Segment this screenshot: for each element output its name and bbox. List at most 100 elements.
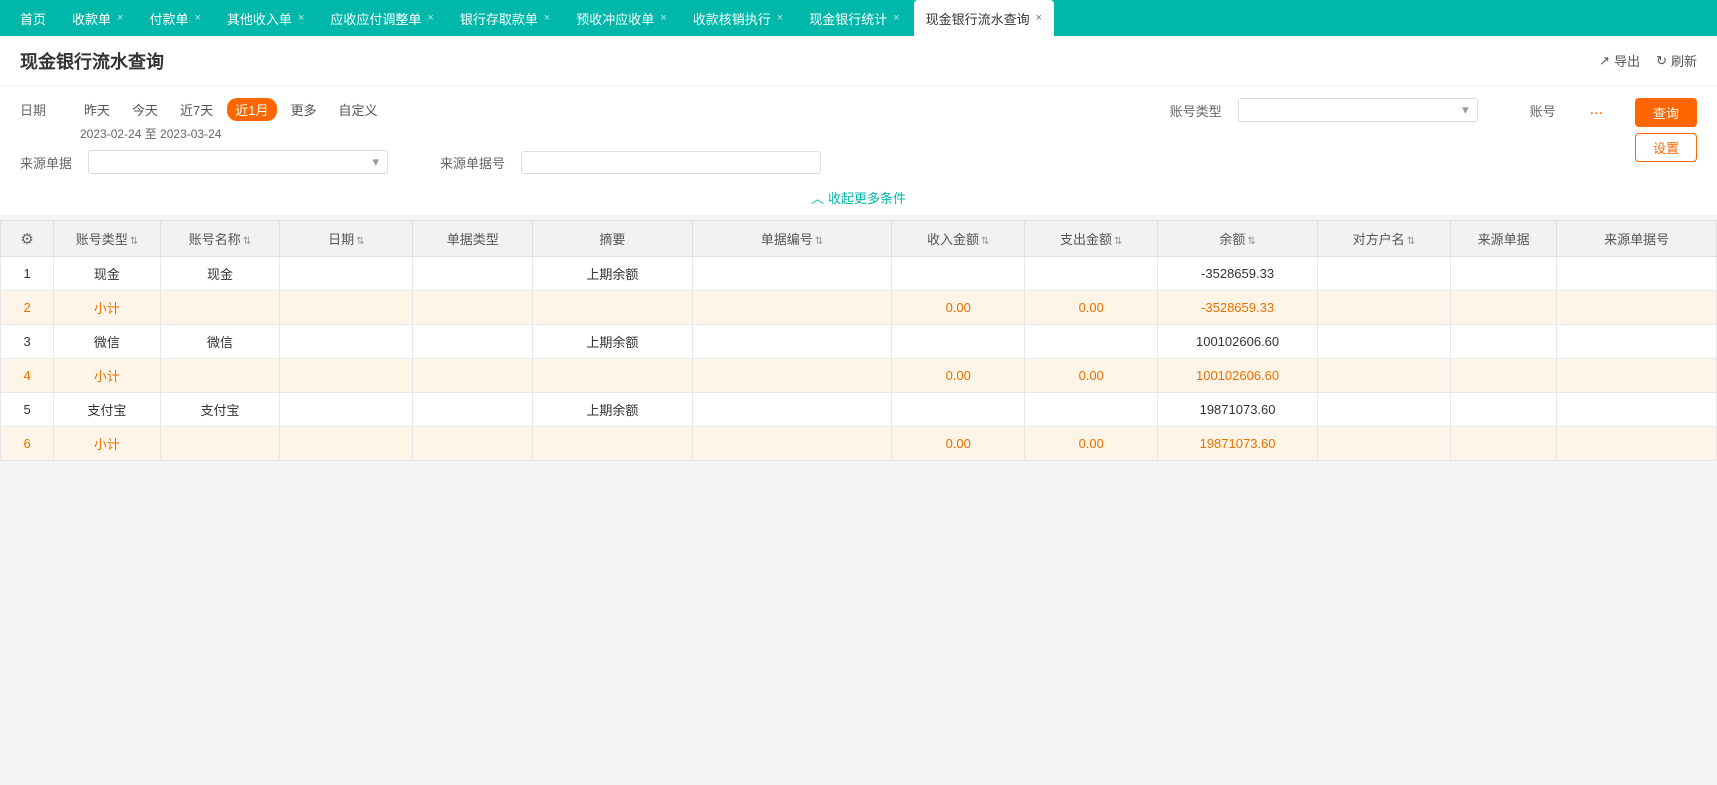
close-tab-receipts[interactable]: × xyxy=(117,12,123,24)
col-expense[interactable]: 支出金额⇅ xyxy=(1025,221,1158,257)
source-voucher-label: 来源单据 xyxy=(20,153,72,172)
source-filter-row: 来源单据 ▾ 来源单据号 xyxy=(20,150,1150,174)
row-date xyxy=(280,393,413,427)
date-option-yesterday[interactable]: 昨天 xyxy=(76,98,118,121)
data-table-container: ⚙ 账号类型⇅ 账号名称⇅ 日期⇅ 单据类型 摘要 单据编号⇅ xyxy=(0,220,1717,461)
nav-tab-cash-bank-flow[interactable]: 现金银行流水查询× xyxy=(914,0,1054,36)
row-voucher-no xyxy=(692,427,892,461)
table-row[interactable]: 5支付宝支付宝上期余额19871073.60 xyxy=(1,393,1717,427)
nav-tab-bank-deposit[interactable]: 银行存取款单× xyxy=(448,0,562,36)
nav-tab-cash-bank-stat[interactable]: 现金银行统计× xyxy=(797,0,911,36)
row-expense xyxy=(1025,257,1158,291)
row-date xyxy=(280,325,413,359)
close-tab-advance-offset[interactable]: × xyxy=(660,12,666,24)
row-expense: 0.00 xyxy=(1025,291,1158,325)
sort-icon7: ⇅ xyxy=(1247,236,1255,247)
gear-icon[interactable]: ⚙ xyxy=(20,231,33,248)
date-option-1month[interactable]: 近1月 xyxy=(227,98,276,121)
row-account-type: 小计 xyxy=(54,427,160,461)
date-label: 日期 xyxy=(20,100,60,119)
row-balance: 19871073.60 xyxy=(1158,427,1318,461)
col-counterpart[interactable]: 对方户名⇅ xyxy=(1317,221,1450,257)
nav-tab-payments[interactable]: 付款单× xyxy=(137,0,212,36)
close-tab-payments[interactable]: × xyxy=(194,12,200,24)
row-counterpart xyxy=(1317,257,1450,291)
date-option-7days[interactable]: 近7天 xyxy=(172,98,221,121)
chevron-down-icon2: ▾ xyxy=(1462,102,1469,118)
row-source xyxy=(1450,427,1556,461)
row-counterpart xyxy=(1317,393,1450,427)
row-expense: 0.00 xyxy=(1025,359,1158,393)
table-row[interactable]: 3微信微信上期余额100102606.60 xyxy=(1,325,1717,359)
collapse-more-conditions[interactable]: ︿ 收起更多条件 xyxy=(20,188,1697,207)
query-button[interactable]: 查询 xyxy=(1635,98,1697,127)
col-account-name[interactable]: 账号名称⇅ xyxy=(160,221,280,257)
row-num: 1 xyxy=(1,257,54,291)
nav-tab-home[interactable]: 首页 xyxy=(8,0,58,36)
table-row[interactable]: 6小计0.000.0019871073.60 xyxy=(1,427,1717,461)
close-tab-collection-exec[interactable]: × xyxy=(777,12,783,24)
row-date xyxy=(280,427,413,461)
col-account-type[interactable]: 账号类型⇅ xyxy=(54,221,160,257)
row-voucher-type xyxy=(413,359,533,393)
col-source-no[interactable]: 来源单据号 xyxy=(1557,221,1717,257)
row-source-no xyxy=(1557,427,1717,461)
refresh-icon: ↻ xyxy=(1656,53,1667,69)
col-voucher-type[interactable]: 单据类型 xyxy=(413,221,533,257)
account-ellipsis[interactable]: ... xyxy=(1590,101,1603,119)
col-balance[interactable]: 余额⇅ xyxy=(1158,221,1318,257)
close-tab-cash-bank-stat[interactable]: × xyxy=(893,12,899,24)
table-row[interactable]: 1现金现金上期余额-3528659.33 xyxy=(1,257,1717,291)
row-account-type: 小计 xyxy=(54,291,160,325)
row-summary: 上期余额 xyxy=(533,257,693,291)
row-account-name xyxy=(160,427,280,461)
export-button[interactable]: ↗ 导出 xyxy=(1599,51,1640,70)
row-voucher-no xyxy=(692,291,892,325)
close-tab-other-income[interactable]: × xyxy=(298,12,304,24)
row-summary xyxy=(533,359,693,393)
export-label: 导出 xyxy=(1614,51,1640,70)
close-tab-cash-bank-flow[interactable]: × xyxy=(1036,12,1042,24)
settings-button[interactable]: 设置 xyxy=(1635,133,1697,162)
row-voucher-type xyxy=(413,393,533,427)
row-expense xyxy=(1025,393,1158,427)
chevron-up-icon: ︿ xyxy=(811,188,824,207)
nav-tab-advance-offset[interactable]: 预收冲应收单× xyxy=(564,0,678,36)
date-filter-row: 日期 昨天今天近7天近1月更多自定义 xyxy=(20,98,1150,121)
col-date[interactable]: 日期⇅ xyxy=(280,221,413,257)
col-voucher-no[interactable]: 单据编号⇅ xyxy=(692,221,892,257)
account-type-select[interactable]: ▾ xyxy=(1238,98,1478,122)
col-summary[interactable]: 摘要 xyxy=(533,221,693,257)
row-summary: 上期余额 xyxy=(533,393,693,427)
nav-tab-ar-adjust[interactable]: 应收应付调整单× xyxy=(318,0,445,36)
row-voucher-type xyxy=(413,257,533,291)
export-icon: ↗ xyxy=(1599,53,1610,69)
row-date xyxy=(280,359,413,393)
source-voucher-no-input[interactable] xyxy=(521,151,821,174)
account-type-filter-row: 账号类型 ▾ 账号 ... xyxy=(1170,98,1607,122)
sort-icon: ⇅ xyxy=(130,236,138,247)
nav-tab-collection-exec[interactable]: 收款核销执行× xyxy=(681,0,795,36)
table-row[interactable]: 4小计0.000.00100102606.60 xyxy=(1,359,1717,393)
nav-tab-receipts[interactable]: 收款单× xyxy=(60,0,135,36)
row-account-type: 小计 xyxy=(54,359,160,393)
row-source-no xyxy=(1557,393,1717,427)
col-income[interactable]: 收入金额⇅ xyxy=(892,221,1025,257)
date-option-more[interactable]: 更多 xyxy=(283,98,325,121)
row-summary xyxy=(533,427,693,461)
close-tab-ar-adjust[interactable]: × xyxy=(427,12,433,24)
date-option-today[interactable]: 今天 xyxy=(124,98,166,121)
table-header: ⚙ 账号类型⇅ 账号名称⇅ 日期⇅ 单据类型 摘要 单据编号⇅ xyxy=(1,221,1717,257)
row-income xyxy=(892,325,1025,359)
row-balance: 100102606.60 xyxy=(1158,359,1318,393)
refresh-button[interactable]: ↻ 刷新 xyxy=(1656,51,1697,70)
source-voucher-select[interactable]: ▾ xyxy=(88,150,388,174)
row-account-name: 支付宝 xyxy=(160,393,280,427)
table-row[interactable]: 2小计0.000.00-3528659.33 xyxy=(1,291,1717,325)
row-voucher-no xyxy=(692,325,892,359)
table-body: 1现金现金上期余额-3528659.332小计0.000.00-3528659.… xyxy=(1,257,1717,461)
close-tab-bank-deposit[interactable]: × xyxy=(544,12,550,24)
col-source[interactable]: 来源单据 xyxy=(1450,221,1556,257)
date-option-custom[interactable]: 自定义 xyxy=(331,98,386,121)
nav-tab-other-income[interactable]: 其他收入单× xyxy=(215,0,316,36)
